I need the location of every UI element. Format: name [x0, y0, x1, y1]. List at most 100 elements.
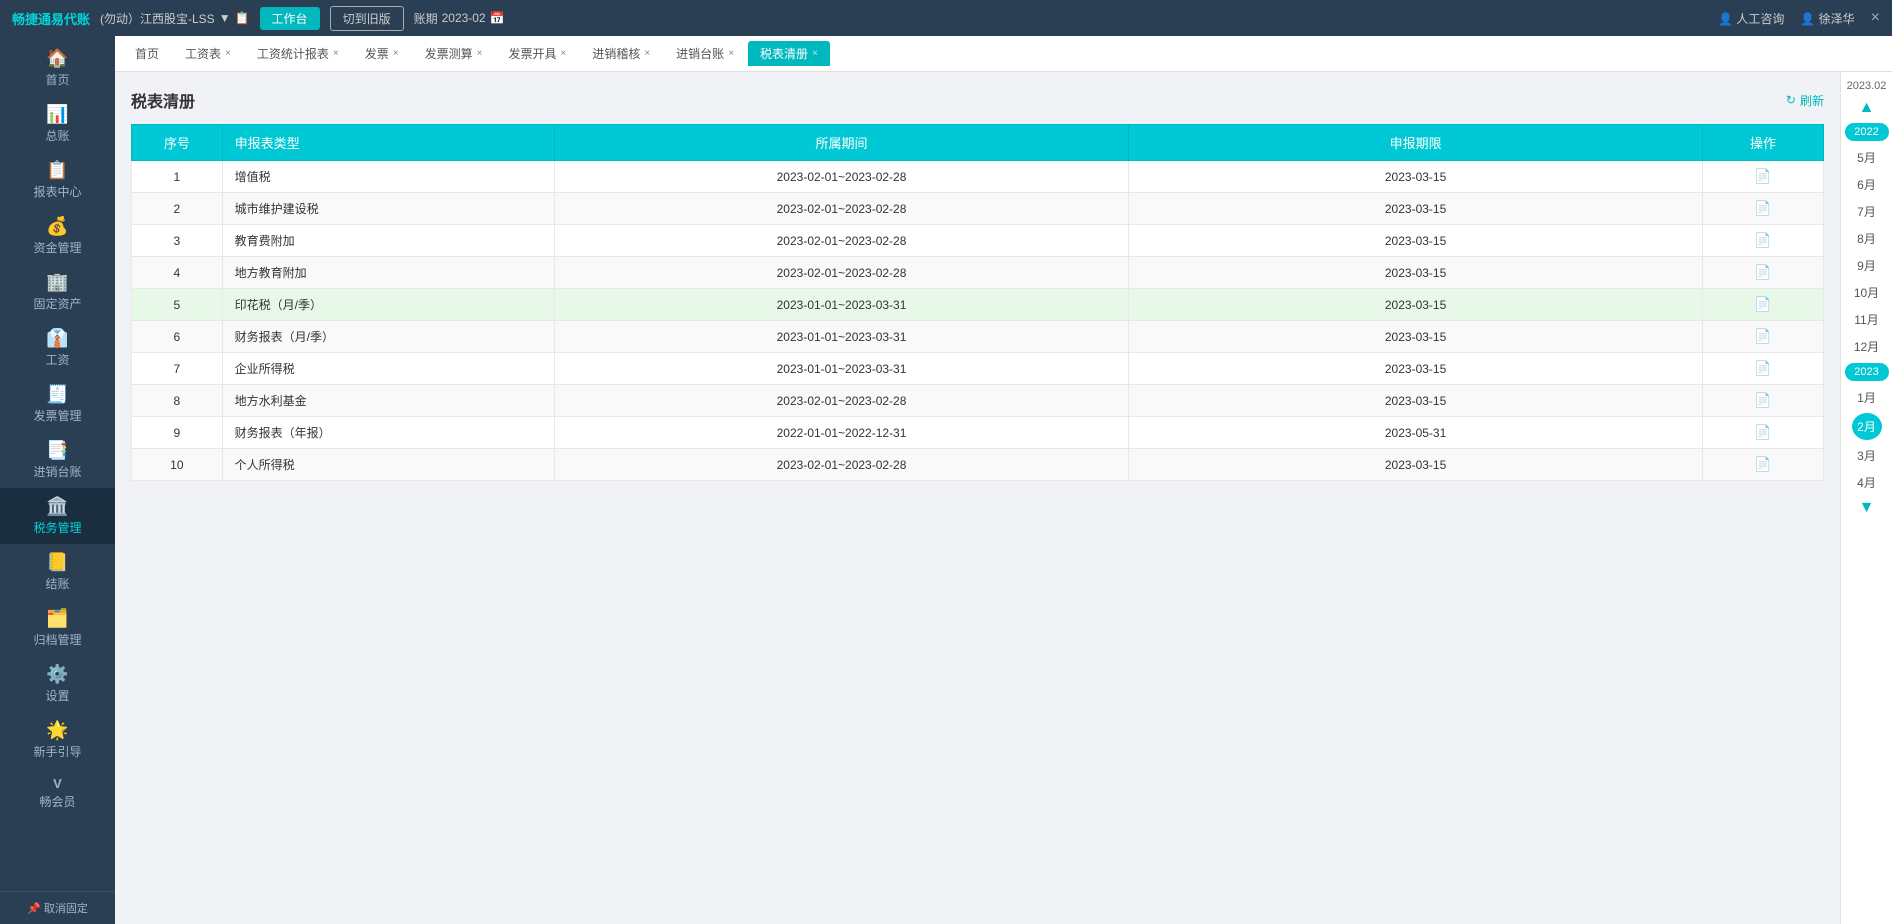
month-2023-4[interactable]: 4月	[1845, 469, 1889, 496]
month-2022-6[interactable]: 6月	[1845, 171, 1889, 198]
support-link[interactable]: 👤 人工咨询	[1718, 10, 1784, 27]
nav-down-button[interactable]: ▼	[1856, 496, 1878, 520]
cell-deadline: 2023-03-15	[1129, 257, 1703, 289]
period-value: 2023-02	[442, 11, 486, 25]
action-icon[interactable]: 📄	[1754, 264, 1771, 280]
tab-salary-stats[interactable]: 工资统计报表 ×	[245, 41, 351, 66]
action-icon[interactable]: 📄	[1754, 232, 1771, 248]
refresh-button[interactable]: ↻ 刷新	[1786, 92, 1824, 109]
tab-purchase-audit[interactable]: 进销稽核 ×	[580, 41, 662, 66]
sidebar-item-salary[interactable]: 👔 工资	[0, 320, 115, 376]
tab-tax-register-close[interactable]: ×	[812, 48, 818, 59]
cell-period: 2023-01-01~2023-03-31	[554, 321, 1128, 353]
calendar-icon[interactable]: 📅	[490, 11, 505, 25]
tab-invoice[interactable]: 发票 ×	[353, 41, 411, 66]
tab-salary-stats-close[interactable]: ×	[333, 48, 339, 59]
cell-action[interactable]: 📄	[1703, 449, 1824, 481]
tab-purchase-audit-close[interactable]: ×	[644, 48, 650, 59]
month-2023-1[interactable]: 1月	[1845, 384, 1889, 411]
tab-home[interactable]: 首页	[123, 41, 171, 66]
month-2022-7[interactable]: 7月	[1845, 198, 1889, 225]
cell-action[interactable]: 📄	[1703, 417, 1824, 449]
month-2022-8[interactable]: 8月	[1845, 225, 1889, 252]
month-2022-9[interactable]: 9月	[1845, 252, 1889, 279]
th-type: 申报表类型	[222, 125, 554, 161]
sidebar-item-archive[interactable]: 🗂️ 归档管理	[0, 600, 115, 656]
cell-deadline: 2023-03-15	[1129, 385, 1703, 417]
cell-period: 2022-01-01~2022-12-31	[554, 417, 1128, 449]
sidebar-label-close-accounts: 结账	[45, 575, 69, 592]
month-2022-11[interactable]: 11月	[1845, 306, 1889, 333]
tab-tax-register[interactable]: 税表清册 ×	[748, 41, 830, 66]
th-seq: 序号	[132, 125, 223, 161]
salary-icon: 👔	[46, 328, 68, 349]
sidebar-item-tax[interactable]: 🏛️ 税务管理	[0, 488, 115, 544]
cell-seq: 3	[132, 225, 223, 257]
cancel-pin-button[interactable]: 📌 取消固定	[0, 891, 115, 924]
action-icon[interactable]: 📄	[1754, 392, 1771, 408]
year-2023-label: 2023	[1845, 363, 1889, 381]
action-icon[interactable]: 📄	[1754, 424, 1771, 440]
nav-up-button[interactable]: ▲	[1856, 96, 1878, 120]
cell-period: 2023-02-01~2023-02-28	[554, 385, 1128, 417]
tax-icon: 🏛️	[46, 496, 68, 517]
sidebar-item-funds[interactable]: 💰 资金管理	[0, 208, 115, 264]
tab-invoice-calc[interactable]: 发票测算 ×	[413, 41, 495, 66]
tab-salary-close[interactable]: ×	[225, 48, 231, 59]
workbench-button[interactable]: 工作台	[260, 7, 320, 30]
sidebar-item-purchase-sales[interactable]: 📑 进销台账	[0, 432, 115, 488]
cell-action[interactable]: 📄	[1703, 321, 1824, 353]
tab-invoice-open[interactable]: 发票开具 ×	[496, 41, 578, 66]
sidebar-item-home[interactable]: 🏠 首页	[0, 40, 115, 96]
action-icon[interactable]: 📄	[1754, 200, 1771, 216]
action-icon[interactable]: 📄	[1754, 360, 1771, 376]
user-info[interactable]: 👤 徐泽华	[1800, 10, 1854, 27]
tax-table: 序号 申报表类型 所属期间 申报期限 操作 1 增值税 2023-02-01~2…	[131, 124, 1824, 481]
sidebar-item-invoice[interactable]: 🧾 发票管理	[0, 376, 115, 432]
close-button[interactable]: ×	[1871, 9, 1880, 27]
tab-purchase-ledger[interactable]: 进销台账 ×	[664, 41, 746, 66]
sidebar-item-close-accounts[interactable]: 📒 结账	[0, 544, 115, 600]
action-icon[interactable]: 📄	[1754, 456, 1771, 472]
cell-action[interactable]: 📄	[1703, 385, 1824, 417]
tab-invoice-calc-close[interactable]: ×	[477, 48, 483, 59]
action-icon[interactable]: 📄	[1754, 168, 1771, 184]
cell-action[interactable]: 📄	[1703, 289, 1824, 321]
action-icon[interactable]: 📄	[1754, 328, 1771, 344]
cell-action[interactable]: 📄	[1703, 353, 1824, 385]
app-logo: 畅捷通易代账	[12, 9, 90, 28]
cell-seq: 2	[132, 193, 223, 225]
company-selector[interactable]: (勿动）江西股宝-LSS ▼ 📋	[100, 10, 250, 27]
sidebar-label-member: 畅会员	[39, 793, 75, 810]
sidebar-item-ledger[interactable]: 📊 总账	[0, 96, 115, 152]
month-2022-10[interactable]: 10月	[1845, 279, 1889, 306]
tab-salary-table[interactable]: 工资表 ×	[173, 41, 243, 66]
table-row: 2 城市维护建设税 2023-02-01~2023-02-28 2023-03-…	[132, 193, 1824, 225]
cell-action[interactable]: 📄	[1703, 225, 1824, 257]
month-2022-12[interactable]: 12月	[1845, 333, 1889, 360]
tab-invoice-close[interactable]: ×	[393, 48, 399, 59]
cell-action[interactable]: 📄	[1703, 257, 1824, 289]
table-row: 8 地方水利基金 2023-02-01~2023-02-28 2023-03-1…	[132, 385, 1824, 417]
sidebar-item-assets[interactable]: 🏢 固定资产	[0, 264, 115, 320]
cell-period: 2023-02-01~2023-02-28	[554, 161, 1128, 193]
sidebar-item-settings[interactable]: ⚙️ 设置	[0, 656, 115, 712]
month-2023-2[interactable]: 2月	[1852, 413, 1882, 440]
month-2022-5[interactable]: 5月	[1845, 144, 1889, 171]
cell-action[interactable]: 📄	[1703, 193, 1824, 225]
tab-purchase-ledger-close[interactable]: ×	[728, 48, 734, 59]
month-2023-3[interactable]: 3月	[1845, 442, 1889, 469]
action-icon[interactable]: 📄	[1754, 296, 1771, 312]
sidebar-item-member[interactable]: V 畅会员	[0, 768, 115, 818]
cell-type: 财务报表（年报）	[222, 417, 554, 449]
reports-icon: 📋	[46, 160, 68, 181]
copy-icon[interactable]: 📋	[235, 11, 250, 25]
cell-deadline: 2023-03-15	[1129, 289, 1703, 321]
cell-action[interactable]: 📄	[1703, 161, 1824, 193]
home-icon: 🏠	[46, 48, 68, 69]
sidebar-item-guide[interactable]: 🌟 新手引导	[0, 712, 115, 768]
tab-invoice-open-close[interactable]: ×	[560, 48, 566, 59]
sidebar-item-reports[interactable]: 📋 报表中心	[0, 152, 115, 208]
close-accounts-icon: 📒	[46, 552, 68, 573]
switch-old-button[interactable]: 切到旧版	[330, 6, 404, 31]
